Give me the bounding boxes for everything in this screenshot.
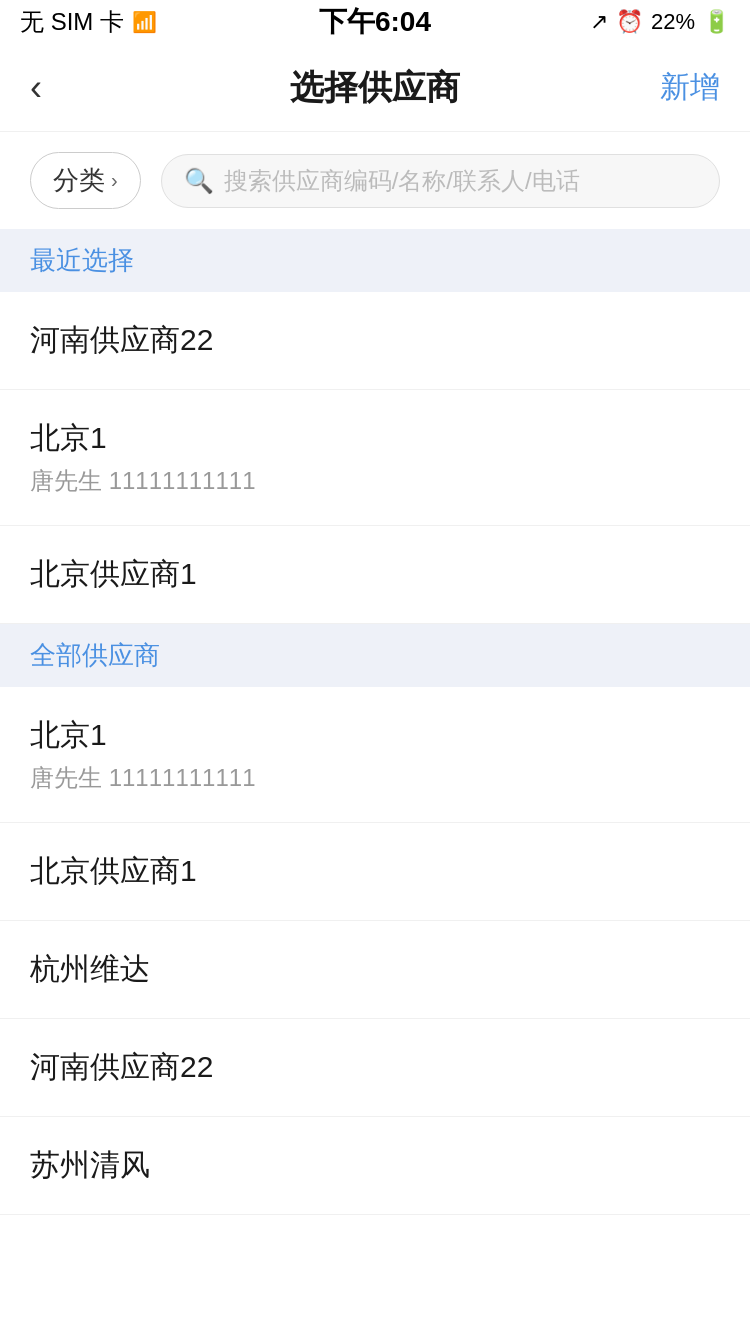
status-time: 下午6:04 <box>319 3 431 41</box>
list-item[interactable]: 北京1 唐先生 11111111111 <box>0 390 750 526</box>
battery-icon: 🔋 <box>703 9 730 35</box>
sim-label: 无 SIM 卡 <box>20 6 124 38</box>
chevron-right-icon: › <box>111 169 118 192</box>
item-name: 北京1 <box>30 715 720 756</box>
list-item[interactable]: 河南供应商22 <box>0 1019 750 1117</box>
status-bar: 无 SIM 卡 📶 下午6:04 ↗ ⏰ 22% 🔋 <box>0 0 750 44</box>
filter-bar: 分类 › 🔍 搜索供应商编码/名称/联系人/电话 <box>0 132 750 229</box>
wifi-icon: 📶 <box>132 10 157 34</box>
list-item[interactable]: 北京1 唐先生 11111111111 <box>0 687 750 823</box>
item-name: 河南供应商22 <box>30 1047 720 1088</box>
status-right: ↗ ⏰ 22% 🔋 <box>590 9 730 35</box>
item-name: 杭州维达 <box>30 949 720 990</box>
all-section-header: 全部供应商 <box>0 624 750 687</box>
search-icon: 🔍 <box>184 167 214 195</box>
page-title: 选择供应商 <box>290 65 460 111</box>
item-name: 河南供应商22 <box>30 320 720 361</box>
back-button[interactable]: ‹ <box>30 67 90 109</box>
status-left: 无 SIM 卡 📶 <box>20 6 157 38</box>
item-name: 北京供应商1 <box>30 554 720 595</box>
list-item[interactable]: 北京供应商1 <box>0 526 750 624</box>
item-contact: 唐先生 11111111111 <box>30 762 720 794</box>
nav-bar: ‹ 选择供应商 新增 <box>0 44 750 132</box>
list-item[interactable]: 河南供应商22 <box>0 292 750 390</box>
item-name: 苏州清风 <box>30 1145 720 1186</box>
search-placeholder: 搜索供应商编码/名称/联系人/电话 <box>224 165 580 197</box>
search-box[interactable]: 🔍 搜索供应商编码/名称/联系人/电话 <box>161 154 720 208</box>
location-icon: ↗ <box>590 9 608 35</box>
list-item[interactable]: 苏州清风 <box>0 1117 750 1215</box>
list-item[interactable]: 杭州维达 <box>0 921 750 1019</box>
all-list: 北京1 唐先生 11111111111 北京供应商1 杭州维达 河南供应商22 … <box>0 687 750 1215</box>
item-contact: 唐先生 11111111111 <box>30 465 720 497</box>
add-button[interactable]: 新增 <box>660 67 720 108</box>
list-item[interactable]: 北京供应商1 <box>0 823 750 921</box>
battery-label: 22% <box>651 9 695 35</box>
recent-list: 河南供应商22 北京1 唐先生 11111111111 北京供应商1 <box>0 292 750 624</box>
category-label: 分类 <box>53 163 105 198</box>
category-button[interactable]: 分类 › <box>30 152 141 209</box>
recent-section-header: 最近选择 <box>0 229 750 292</box>
item-name: 北京供应商1 <box>30 851 720 892</box>
alarm-icon: ⏰ <box>616 9 643 35</box>
item-name: 北京1 <box>30 418 720 459</box>
